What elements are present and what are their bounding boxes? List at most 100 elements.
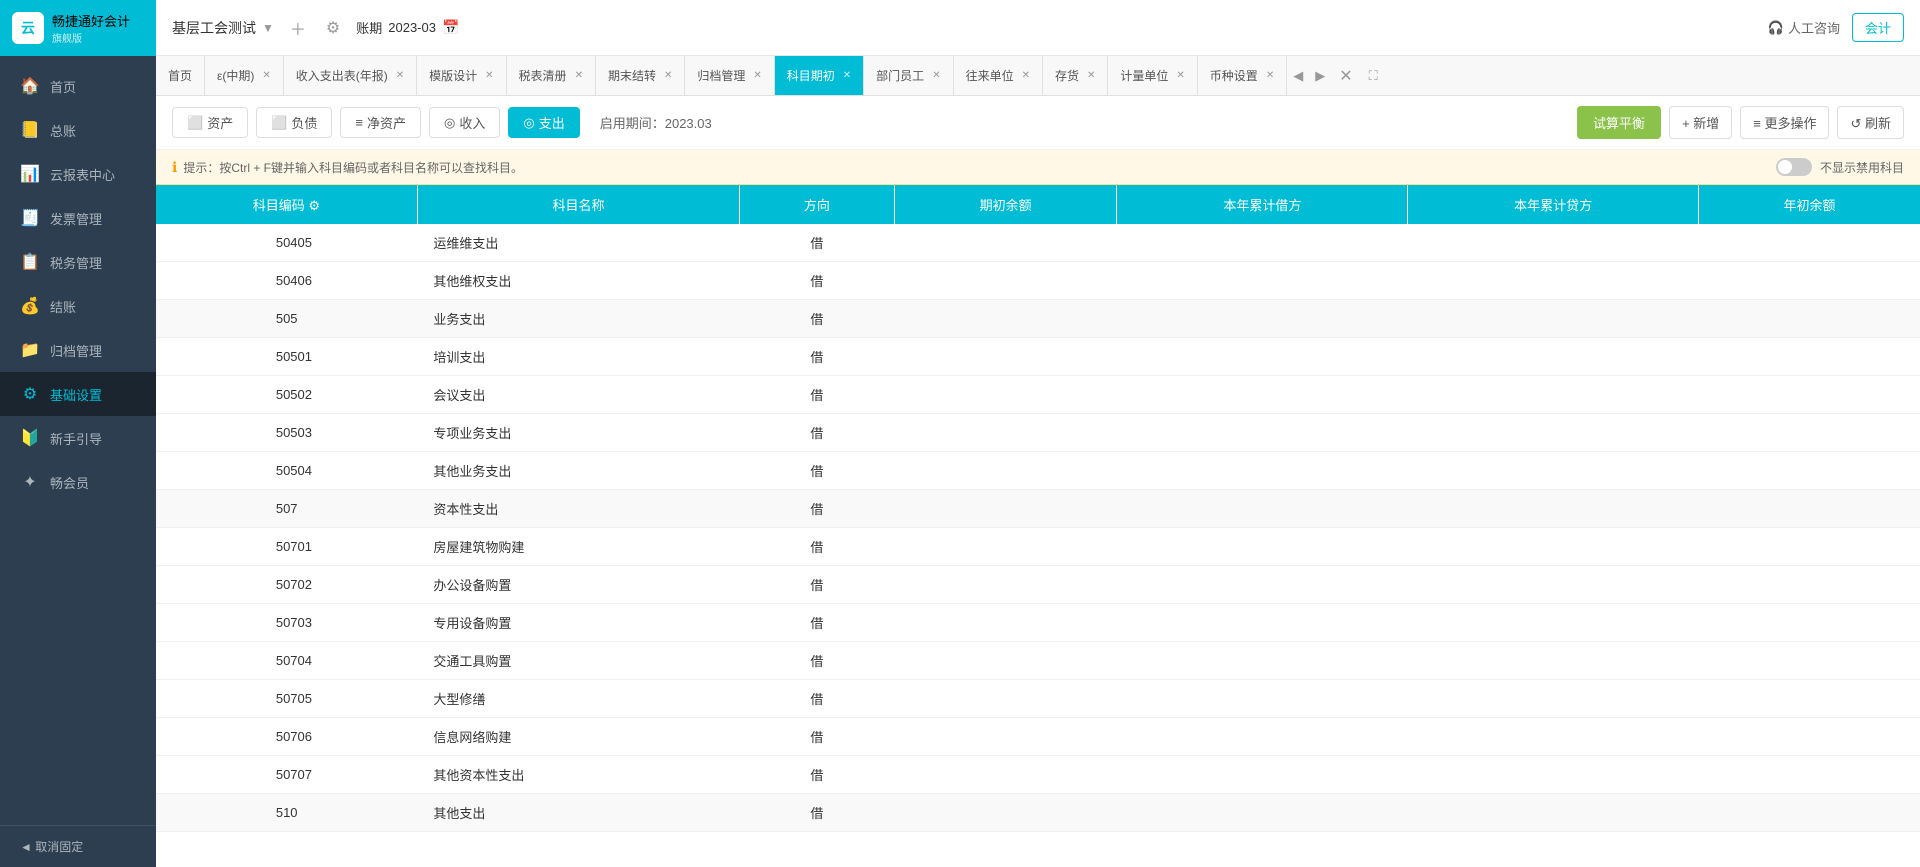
tab-home[interactable]: 首页 xyxy=(156,56,205,96)
tab-close-template[interactable]: ✕ xyxy=(485,70,493,81)
more-button[interactable]: ≡ 更多操作 xyxy=(1740,106,1829,139)
table-row[interactable]: 505 业务支出 借 xyxy=(156,300,1920,338)
tab-close-period-end[interactable]: ✕ xyxy=(664,70,672,81)
sidebar-footer-collapse[interactable]: ◄ 取消固定 xyxy=(0,825,156,867)
cell-name: 资本性支出 xyxy=(417,490,739,528)
sidebar-label-tax: 税务管理 xyxy=(50,253,102,272)
cell-name: 其他维权支出 xyxy=(417,262,739,300)
table-row[interactable]: 50406 其他维权支出 借 xyxy=(156,262,1920,300)
tab-tax[interactable]: 税表清册✕ xyxy=(507,56,596,96)
tab-nav-right[interactable]: ▶ xyxy=(1309,68,1331,84)
tab-close-income[interactable]: ✕ xyxy=(396,70,404,81)
cell-opening xyxy=(894,262,1117,300)
table-row[interactable]: 50702 办公设备购置 借 xyxy=(156,566,1920,604)
sidebar: 云 畅捷通好会计 旗舰版 🏠首页📒总账📊云报表中心🧾发票管理📋税务管理💰结账📁归… xyxy=(0,0,156,867)
tab-close-filing[interactable]: ✕ xyxy=(753,70,761,81)
tab-filing[interactable]: 归档管理 ✕ xyxy=(685,56,774,96)
sidebar-label-archive: 归档管理 xyxy=(50,341,102,360)
table-row[interactable]: 50706 信息网络购建 借 xyxy=(156,718,1920,756)
tab-close-dept[interactable]: ✕ xyxy=(932,70,940,81)
sidebar-item-member[interactable]: ✦畅会员 xyxy=(0,460,156,504)
tab-mid[interactable]: ε(中期) ✕ xyxy=(205,56,284,96)
subtab-liability[interactable]: ⬜负债 xyxy=(256,107,332,138)
tab-close-mid[interactable]: ✕ xyxy=(262,70,270,81)
tab-label-filing: 归档管理 xyxy=(697,67,745,84)
tax-icon: 📋 xyxy=(20,252,40,272)
table-row[interactable]: 50504 其他业务支出 借 xyxy=(156,452,1920,490)
tab-expand[interactable]: ⛶ xyxy=(1361,68,1386,84)
table-row[interactable]: 507 资本性支出 借 xyxy=(156,490,1920,528)
tab-nav-left[interactable]: ◀ xyxy=(1287,68,1309,84)
tab-period-end[interactable]: 期末结转 ✕ xyxy=(596,56,685,96)
tab-close-tax[interactable]: ✕ xyxy=(575,70,583,81)
tab-inventory[interactable]: 存货✕ xyxy=(1043,56,1108,96)
table-row[interactable]: 50502 会议支出 借 xyxy=(156,376,1920,414)
tab-close-subject[interactable]: ✕ xyxy=(843,70,851,81)
user-role-button[interactable]: 会计 xyxy=(1852,13,1904,42)
sidebar-item-reports[interactable]: 📊云报表中心 xyxy=(0,152,156,196)
table-row[interactable]: 510 其他支出 借 xyxy=(156,794,1920,832)
cell-year-opening xyxy=(1699,300,1920,338)
tab-close-all[interactable]: ✕ xyxy=(1331,66,1360,86)
add-company-button[interactable]: ＋ xyxy=(286,12,310,44)
tab-label-partner: 往来单位 xyxy=(966,67,1014,84)
cell-ytd-credit xyxy=(1408,680,1699,718)
balance-button[interactable]: 试算平衡 xyxy=(1577,106,1661,139)
cell-name: 专用设备购置 xyxy=(417,604,739,642)
cell-direction: 借 xyxy=(740,794,895,832)
table-row[interactable]: 50701 房屋建筑物购建 借 xyxy=(156,528,1920,566)
cell-opening xyxy=(894,642,1117,680)
tab-partner[interactable]: 往来单位 ✕ xyxy=(954,56,1043,96)
tab-currency[interactable]: 币种设置✕ xyxy=(1198,56,1287,96)
tab-unit[interactable]: 计量单位✕ xyxy=(1108,56,1197,96)
cell-name: 其他资本性支出 xyxy=(417,756,739,794)
settings-icon[interactable]: ⚙ xyxy=(322,14,344,42)
show-disabled-toggle[interactable] xyxy=(1776,158,1812,176)
refresh-button[interactable]: ↺ 刷新 xyxy=(1837,106,1904,139)
sidebar-item-home[interactable]: 🏠首页 xyxy=(0,64,156,108)
table-row[interactable]: 50703 专用设备购置 借 xyxy=(156,604,1920,642)
support-button[interactable]: 🎧 人工咨询 xyxy=(1768,18,1840,37)
tab-label-mid: ε(中期) xyxy=(217,67,254,84)
cell-opening xyxy=(894,338,1117,376)
subtab-net-asset[interactable]: ≡净资产 xyxy=(340,107,421,138)
add-button[interactable]: + 新增 xyxy=(1669,106,1732,139)
cell-name: 交通工具购置 xyxy=(417,642,739,680)
tab-close-unit[interactable]: ✕ xyxy=(1176,70,1184,81)
sidebar-item-invoice[interactable]: 🧾发票管理 xyxy=(0,196,156,240)
sidebar-item-ledger[interactable]: 📒总账 xyxy=(0,108,156,152)
period-value: 2023-03 xyxy=(388,20,436,35)
table-row[interactable]: 50503 专项业务支出 借 xyxy=(156,414,1920,452)
sidebar-item-archive[interactable]: 📁归档管理 xyxy=(0,328,156,372)
cell-ytd-credit xyxy=(1408,490,1699,528)
cell-name: 业务支出 xyxy=(417,300,739,338)
tab-income[interactable]: 收入支出表(年报)✕ xyxy=(284,56,417,96)
cell-name: 专项业务支出 xyxy=(417,414,739,452)
table-row[interactable]: 50501 培训支出 借 xyxy=(156,338,1920,376)
calendar-icon[interactable]: 📅 xyxy=(442,19,459,36)
tab-close-currency[interactable]: ✕ xyxy=(1266,70,1274,81)
table-row[interactable]: 50705 大型修缮 借 xyxy=(156,680,1920,718)
table-row[interactable]: 50707 其他资本性支出 借 xyxy=(156,756,1920,794)
sidebar-item-closing[interactable]: 💰结账 xyxy=(0,284,156,328)
subtab-asset[interactable]: ⬜资产 xyxy=(172,107,248,138)
company-selector[interactable]: 基层工会测试 ▼ xyxy=(172,18,274,38)
table-row[interactable]: 50704 交通工具购置 借 xyxy=(156,642,1920,680)
tab-dept[interactable]: 部门员工✕ xyxy=(864,56,953,96)
reports-icon: 📊 xyxy=(20,164,40,184)
tab-subject[interactable]: 科目期初✕ xyxy=(775,56,864,96)
tab-template[interactable]: 模版设计✕ xyxy=(417,56,506,96)
sidebar-item-guide[interactable]: 🔰新手引导 xyxy=(0,416,156,460)
col-settings-icon[interactable]: 科目编码 ⚙ xyxy=(253,195,320,214)
tab-close-inventory[interactable]: ✕ xyxy=(1087,70,1095,81)
cell-opening xyxy=(894,794,1117,832)
tab-close-partner[interactable]: ✕ xyxy=(1022,70,1030,81)
subtab-income2[interactable]: ◎收入 xyxy=(429,107,500,138)
cell-direction: 借 xyxy=(740,566,895,604)
table-row[interactable]: 50405 运维维支出 借 xyxy=(156,224,1920,262)
sidebar-item-tax[interactable]: 📋 税务管理 xyxy=(0,240,156,284)
sidebar-item-settings[interactable]: ⚙基础设置 xyxy=(0,372,156,416)
cell-year-opening xyxy=(1699,756,1920,794)
tab-label-period-end: 期末结转 xyxy=(608,67,656,84)
subtab-expense[interactable]: ◎支出 xyxy=(508,107,579,138)
